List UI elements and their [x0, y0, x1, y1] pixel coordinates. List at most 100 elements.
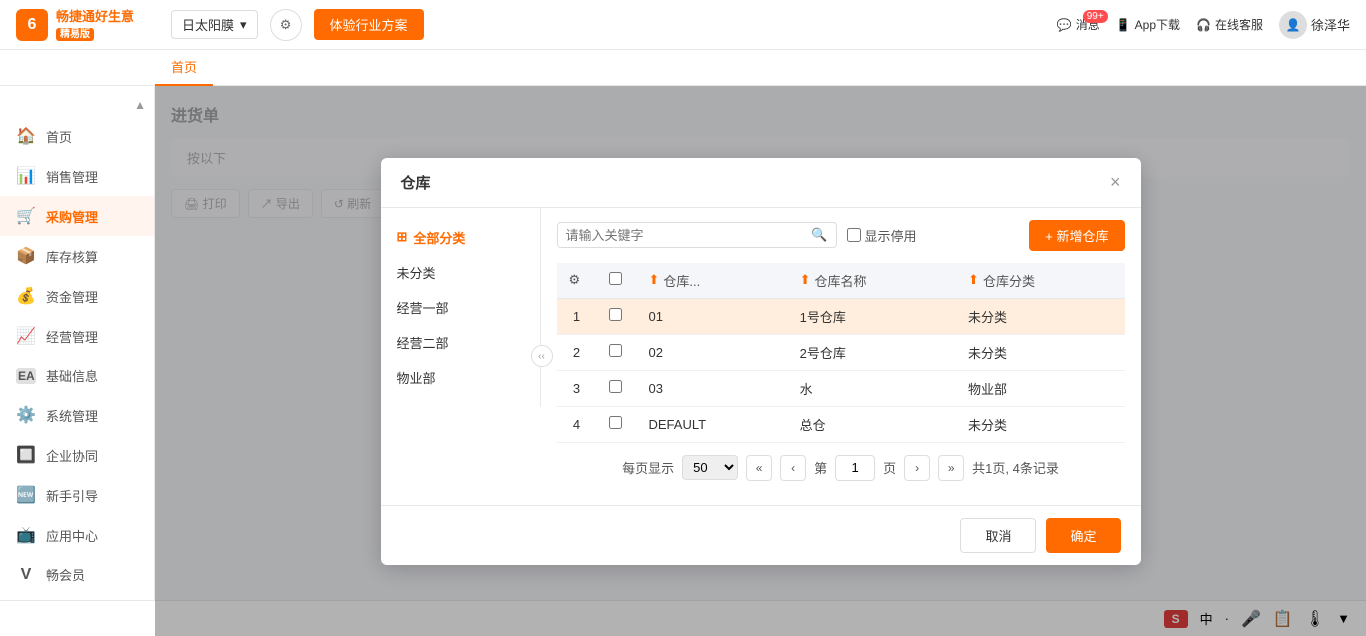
- all-categories-label: 全部分类: [413, 228, 465, 247]
- first-page-button[interactable]: «: [746, 455, 772, 481]
- row-code-3: 03: [637, 370, 788, 406]
- category-item-unclassified[interactable]: 未分类: [381, 255, 540, 290]
- table-row[interactable]: 4 DEFAULT 总仓 未分类: [557, 406, 1125, 442]
- content-area: 进货单 按以下 🖨 打印 ↗ 导出 ↺ 刷新 查询 设置 仓库 ×: [155, 86, 1366, 636]
- cancel-button[interactable]: 取消: [960, 518, 1036, 553]
- row-check-1: [597, 298, 637, 334]
- row-name-4: 总仓: [788, 406, 956, 442]
- search-input[interactable]: [566, 228, 806, 243]
- sidebar-label-home: 首页: [46, 127, 72, 146]
- sidebar-item-app-center[interactable]: 📺 应用中心: [0, 515, 154, 555]
- row-checkbox-4[interactable]: [609, 416, 622, 429]
- sub-header: 首页: [0, 50, 1366, 86]
- table-header: ⚙ ⬆ 仓库...: [557, 263, 1125, 299]
- app-name: 畅捷通好生意: [56, 9, 134, 25]
- warehouse-table: ⚙ ⬆ 仓库...: [557, 263, 1125, 443]
- sidebar-item-finance[interactable]: 💰 资金管理: [0, 276, 154, 316]
- last-page-button[interactable]: »: [938, 455, 964, 481]
- sidebar-item-basic[interactable]: EA 基础信息: [0, 356, 154, 395]
- app-badge: 精易版: [56, 28, 94, 41]
- pagination: 每页显示 50 100 « ‹ 第: [557, 443, 1125, 493]
- modal-close-button[interactable]: ×: [1110, 172, 1121, 193]
- confirm-button[interactable]: 确定: [1046, 518, 1120, 553]
- sidebar-item-system[interactable]: ⚙️ 系统管理: [0, 395, 154, 435]
- try-industry-button[interactable]: 体验行业方案: [314, 9, 424, 40]
- search-box: 🔍: [557, 222, 837, 248]
- avatar: 👤: [1279, 11, 1307, 39]
- sidebar: ▲ 🏠 首页 📊 销售管理 🛒 采购管理 📦 库存核算 💰 资金管理 📈 经营管…: [0, 86, 155, 636]
- row-name-1: 1号仓库: [788, 298, 956, 334]
- row-checkbox-2[interactable]: [609, 344, 622, 357]
- mobile-icon: 📱: [1116, 18, 1131, 32]
- modal-title: 仓库: [401, 172, 431, 193]
- finance-icon: 💰: [16, 286, 36, 306]
- sidebar-item-home[interactable]: 🏠 首页: [0, 116, 154, 156]
- sidebar-item-operations[interactable]: 📈 经营管理: [0, 316, 154, 356]
- row-check-4: [597, 406, 637, 442]
- headset-icon: 🎧: [1196, 18, 1211, 32]
- breadcrumb-home-tab[interactable]: 首页: [155, 50, 213, 86]
- category-item-operations1[interactable]: 经营一部: [381, 290, 540, 325]
- sidebar-label-system: 系统管理: [46, 406, 98, 425]
- prev-page-button[interactable]: ‹: [780, 455, 806, 481]
- sidebar-label-purchase: 采购管理: [46, 207, 98, 226]
- row-num-3: 3: [557, 370, 597, 406]
- purchase-icon: 🛒: [16, 206, 36, 226]
- table-body: 1 01 1号仓库 未分类 2 02: [557, 298, 1125, 442]
- sidebar-item-enterprise[interactable]: 🔲 企业协同: [0, 435, 154, 475]
- chevron-down-icon: ▾: [240, 17, 247, 33]
- settings-button[interactable]: ⚙: [270, 9, 302, 41]
- sort-icon-cat: ⬆: [968, 272, 979, 288]
- category-item-operations2[interactable]: 经营二部: [381, 325, 540, 360]
- row-cat-2: 未分类: [956, 334, 1124, 370]
- table-row[interactable]: 1 01 1号仓库 未分类: [557, 298, 1125, 334]
- warehouse-modal: 仓库 × ⊞ 全部分类 未分类: [381, 158, 1141, 565]
- row-num-2: 2: [557, 334, 597, 370]
- show-disabled-checkbox[interactable]: [847, 228, 861, 242]
- add-warehouse-button[interactable]: + 新增仓库: [1029, 220, 1124, 251]
- table-row[interactable]: 2 02 2号仓库 未分类: [557, 334, 1125, 370]
- sidebar-collapse-button[interactable]: ▲: [134, 98, 146, 112]
- message-button[interactable]: 💬 消息 99+: [1057, 16, 1100, 33]
- store-selector[interactable]: 日太阳膜 ▾: [171, 10, 258, 39]
- category-sidebar-wrap: ⊞ 全部分类 未分类 经营一部 经营二部: [381, 208, 541, 505]
- row-name-3: 水: [788, 370, 956, 406]
- sidebar-label-sales: 销售管理: [46, 167, 98, 186]
- user-name: 徐泽华: [1311, 15, 1350, 34]
- all-categories-item[interactable]: ⊞ 全部分类: [381, 220, 540, 255]
- modal-body: ⊞ 全部分类 未分类 经营一部 经营二部: [381, 208, 1141, 505]
- sidebar-item-inventory[interactable]: 📦 库存核算: [0, 236, 154, 276]
- app-download-button[interactable]: 📱 App下载: [1116, 16, 1180, 33]
- settings-icon: ⚙: [569, 272, 581, 287]
- next-icon: ›: [915, 461, 919, 475]
- page-number-input[interactable]: [835, 455, 875, 481]
- chevron-left-icon: ‹‹: [538, 351, 545, 362]
- sidebar-label-enterprise: 企业协同: [46, 446, 98, 465]
- th-name: ⬆ 仓库名称: [788, 263, 956, 299]
- row-num-4: 4: [557, 406, 597, 442]
- user-profile[interactable]: 👤 徐泽华: [1279, 11, 1350, 39]
- row-checkbox-3[interactable]: [609, 380, 622, 393]
- th-checkbox: [597, 263, 637, 299]
- category-collapse-button[interactable]: ‹‹: [531, 345, 553, 367]
- table-row[interactable]: 3 03 水 物业部: [557, 370, 1125, 406]
- first-icon: «: [756, 461, 763, 475]
- main-layout: ▲ 🏠 首页 📊 销售管理 🛒 采购管理 📦 库存核算 💰 资金管理 📈 经营管…: [0, 86, 1366, 636]
- top-header: 6 畅捷通好生意 精易版 日太阳膜 ▾ ⚙ 体验行业方案 💬 消息 99+ 📱 …: [0, 0, 1366, 50]
- per-page-select[interactable]: 50 100: [682, 455, 738, 480]
- sidebar-item-sales[interactable]: 📊 销售管理: [0, 156, 154, 196]
- message-badge: 99+: [1083, 10, 1108, 23]
- row-checkbox-1[interactable]: [609, 308, 622, 321]
- sidebar-item-guide[interactable]: 🆕 新手引导: [0, 475, 154, 515]
- header-right: 💬 消息 99+ 📱 App下载 🎧 在线客服 👤 徐泽华: [1057, 11, 1350, 39]
- select-all-checkbox[interactable]: [609, 272, 622, 285]
- prev-icon: ‹: [791, 461, 795, 475]
- sidebar-item-membership[interactable]: V 畅会员: [0, 555, 154, 594]
- online-service-button[interactable]: 🎧 在线客服: [1196, 16, 1263, 33]
- sidebar-item-purchase[interactable]: 🛒 采购管理: [0, 196, 154, 236]
- category-item-property[interactable]: 物业部: [381, 360, 540, 395]
- sort-icon-name: ⬆: [800, 272, 811, 288]
- next-page-button[interactable]: ›: [904, 455, 930, 481]
- row-cat-3: 物业部: [956, 370, 1124, 406]
- enterprise-icon: 🔲: [16, 445, 36, 465]
